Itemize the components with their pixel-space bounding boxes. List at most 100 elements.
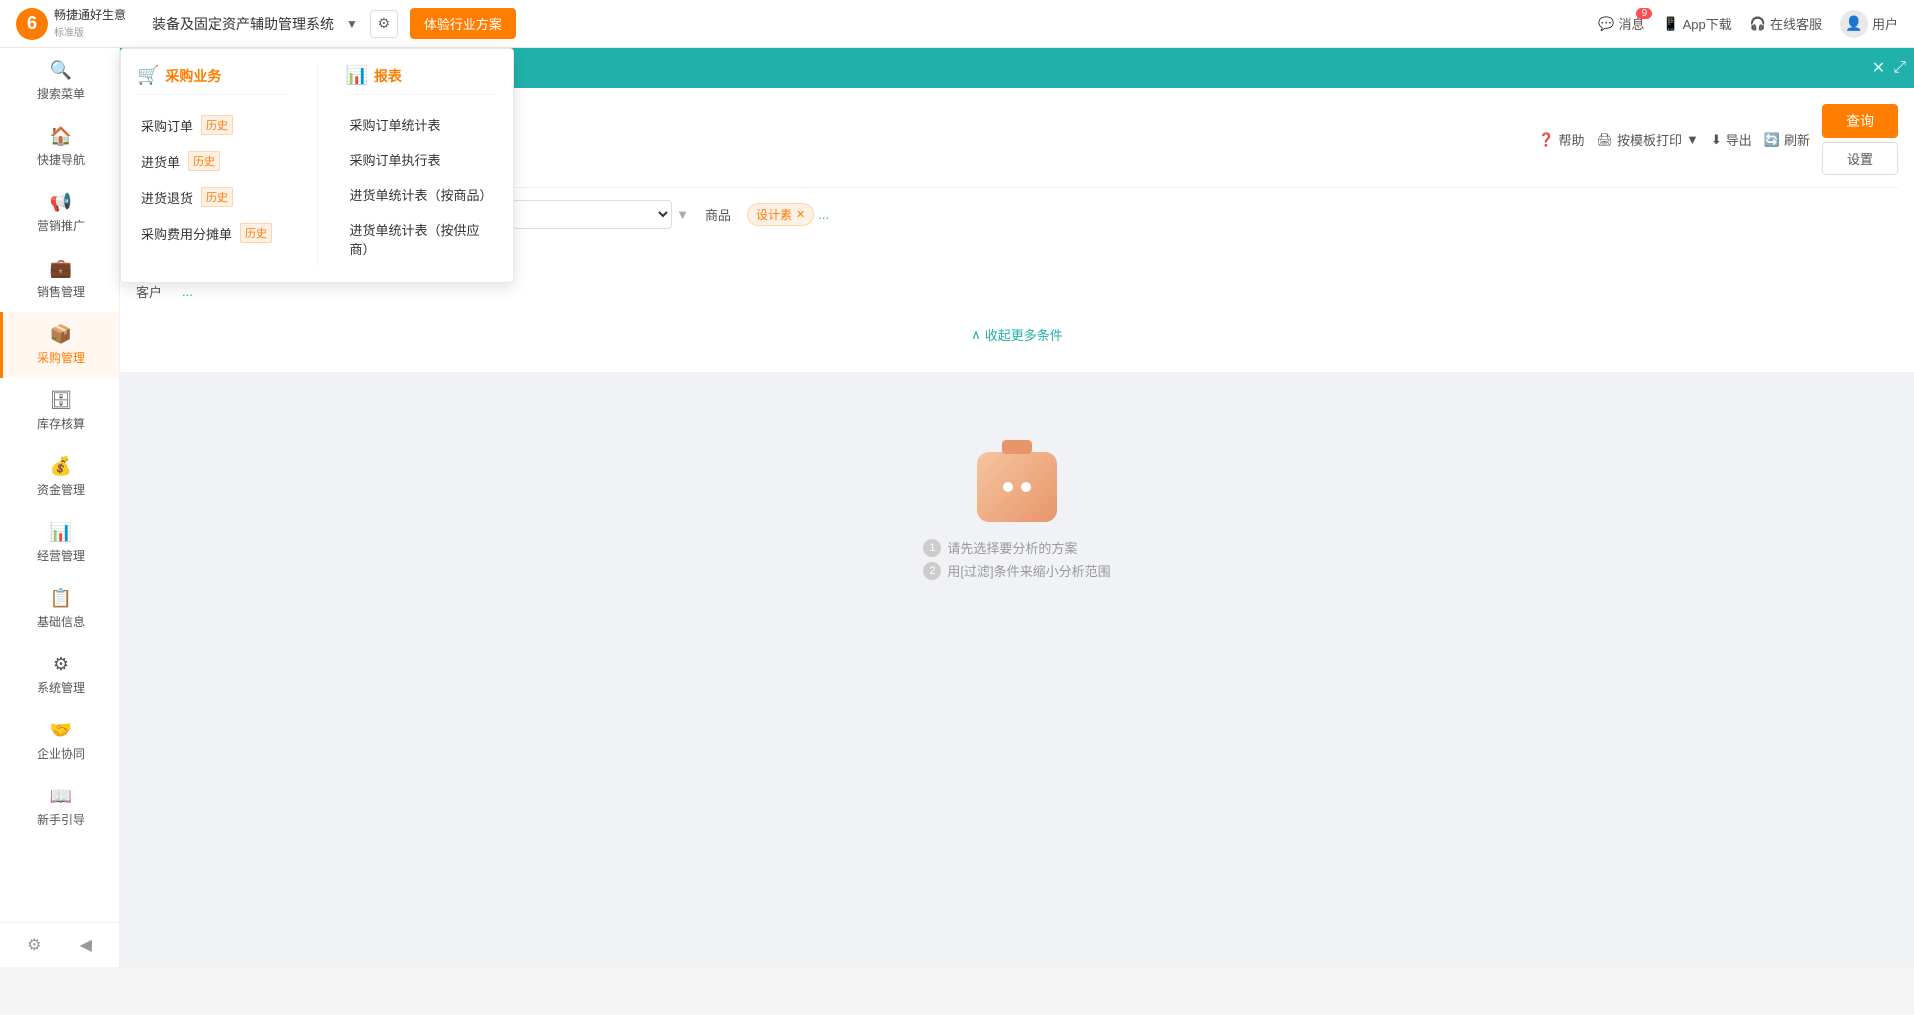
report-receipt-product[interactable]: 进货单统计表（按商品）: [346, 177, 498, 212]
message-action[interactable]: 💬 消息 9: [1598, 14, 1644, 33]
sidebar-item-sales[interactable]: 💼 销售管理: [0, 246, 119, 312]
purchase-receipt-history: 历史: [188, 151, 220, 171]
online-service-label: 在线客服: [1770, 14, 1822, 33]
purchase-receipt-item[interactable]: 进货单 历史: [137, 143, 289, 179]
collapse-label: 收起更多条件: [985, 325, 1063, 344]
sidebar-label-marketing: 营销推广: [37, 217, 85, 234]
empty-texts: 1 请先选择要分析的方案 2 用[过滤]条件来缩小分析范围: [923, 534, 1110, 584]
search-icon: 🔍: [50, 60, 72, 81]
sidebar-label-basicinfo: 基础信息: [37, 613, 85, 630]
headset-icon: 🎧: [1750, 16, 1766, 32]
dropdown-business-title: 🛒 采购业务: [137, 65, 289, 95]
refresh-action[interactable]: 🔄 刷新: [1764, 130, 1810, 149]
app-download-label: App下载: [1683, 14, 1732, 33]
report-order-stats[interactable]: 采购订单统计表: [346, 107, 498, 142]
refresh-icon: 🔄: [1764, 132, 1780, 148]
sidebar-item-marketing[interactable]: 📢 营销推广: [0, 180, 119, 246]
settings-btn[interactable]: 设置: [1822, 142, 1898, 175]
online-service-action[interactable]: 🎧 在线客服: [1750, 14, 1822, 33]
sidebar-label-quicknav: 快捷导航: [37, 151, 85, 168]
print-label: 按模板打印: [1617, 130, 1682, 149]
handshake-icon: 🤝: [50, 720, 72, 741]
purchase-dropdown-menu: 🛒 采购业务 采购订单 历史 进货单 历史 进货退货 历史 采购费用分摊单 历史…: [120, 48, 514, 283]
chevron-up-icon: ∧: [971, 327, 981, 343]
print-dropdown-icon: ▼: [1686, 132, 1699, 147]
help-icon: ❓: [1538, 132, 1554, 148]
sidebar-item-purchase[interactable]: 📦 采购管理: [0, 312, 119, 378]
report-receipt-supplier-label: 进货单统计表（按供应商）: [350, 220, 494, 258]
purchase-order-item[interactable]: 采购订单 历史: [137, 107, 289, 143]
purchase-cost-item[interactable]: 采购费用分摊单 历史: [137, 215, 289, 251]
phone-icon: 📱: [1662, 16, 1678, 32]
logo-icon: 6: [16, 8, 48, 40]
doc-status-dropdown-icon: ▼: [676, 207, 689, 222]
logo-area: 6 畅捷通好生意 标准版: [16, 8, 136, 40]
message-icon: 💬: [1598, 16, 1614, 32]
purchase-cost-history: 历史: [240, 223, 272, 243]
purchase-return-label: 进货退货: [141, 188, 193, 207]
help-action[interactable]: ❓ 帮助: [1538, 130, 1584, 149]
header-gear-btn[interactable]: ⚙: [370, 10, 398, 38]
sidebar-item-quicknav[interactable]: 🏠 快捷导航: [0, 114, 119, 180]
avatar: 👤: [1840, 10, 1868, 38]
dropdown-report-col: 📊 报表 采购订单统计表 采购订单执行表 进货单统计表（按商品） 进货单统计表（…: [346, 65, 498, 266]
business-title-icon: 🛒: [137, 65, 159, 86]
export-icon: ⬇: [1711, 132, 1722, 148]
export-label: 导出: [1726, 130, 1752, 149]
report-order-exec[interactable]: 采购订单执行表: [346, 142, 498, 177]
empty-hint-2-text: 用[过滤]条件来缩小分析范围: [947, 561, 1110, 580]
sidebar-label-purchase: 采购管理: [37, 349, 85, 366]
purchase-cost-label: 采购费用分摊单: [141, 224, 232, 243]
sidebar-label-finance: 资金管理: [37, 481, 85, 498]
header-right: 💬 消息 9 📱 App下载 🎧 在线客服 👤 用户: [1598, 10, 1898, 38]
customer-label: 客户: [136, 282, 162, 301]
tab-close-btn[interactable]: ✕: [1872, 58, 1885, 78]
sidebar-item-cooperation[interactable]: 🤝 企业协同: [0, 708, 119, 774]
export-action[interactable]: ⬇ 导出: [1711, 130, 1752, 149]
empty-robot-icon: [977, 452, 1057, 522]
sidebar-item-basicinfo[interactable]: 📋 基础信息: [0, 576, 119, 642]
product-tag-close[interactable]: ✕: [796, 208, 805, 221]
logo-text-block: 畅捷通好生意 标准版: [54, 8, 126, 39]
logo-line1: 畅捷通好生意: [54, 8, 126, 24]
product-more-btn[interactable]: ...: [818, 207, 829, 222]
report-receipt-product-label: 进货单统计表（按商品）: [350, 185, 493, 204]
filter-row-3: 客户 ...: [136, 282, 1898, 301]
app-download-action[interactable]: 📱 App下载: [1662, 14, 1731, 33]
industry-btn[interactable]: 体验行业方案: [410, 8, 516, 39]
sidebar-settings-btn[interactable]: ⚙: [23, 931, 45, 959]
purchase-receipt-label: 进货单: [141, 152, 180, 171]
purchase-return-history: 历史: [201, 187, 233, 207]
user-action[interactable]: 👤 用户: [1840, 10, 1898, 38]
sidebar-item-inventory[interactable]: 🗄 库存核算: [0, 378, 119, 444]
sidebar-item-operations[interactable]: 📊 经营管理: [0, 510, 119, 576]
box-icon: 📦: [50, 324, 72, 345]
robot-eye-right: [1021, 482, 1031, 492]
sidebar-item-search[interactable]: 🔍 搜索菜单: [0, 48, 119, 114]
sidebar-collapse-btn[interactable]: ◀: [76, 931, 96, 959]
sidebar-label-inventory: 库存核算: [37, 415, 85, 432]
customer-more-btn[interactable]: ...: [182, 284, 193, 299]
sidebar-label-search: 搜索菜单: [37, 85, 85, 102]
query-btn[interactable]: 查询: [1822, 104, 1898, 138]
print-action[interactable]: 🖨 按模板打印 ▼: [1596, 130, 1698, 149]
product-label: 商品: [705, 205, 731, 224]
empty-num-2: 2: [923, 562, 941, 580]
sidebar-item-finance[interactable]: 💰 资金管理: [0, 444, 119, 510]
clipboard-icon: 📋: [50, 588, 72, 609]
sidebar-bottom: ⚙ ◀: [0, 922, 119, 967]
sidebar-item-guide[interactable]: 📖 新手引导: [0, 774, 119, 840]
doc-status-select[interactable]: [512, 200, 672, 229]
purchase-return-item[interactable]: 进货退货 历史: [137, 179, 289, 215]
empty-state: 1 请先选择要分析的方案 2 用[过滤]条件来缩小分析范围: [120, 372, 1914, 664]
collapse-row: ∧ 收起更多条件: [136, 313, 1898, 356]
sidebar-item-system[interactable]: ⚙ 系统管理: [0, 642, 119, 708]
report-receipt-supplier[interactable]: 进货单统计表（按供应商）: [346, 212, 498, 266]
system-dropdown-btn[interactable]: ▼: [346, 17, 358, 31]
report-order-stats-label: 采购订单统计表: [350, 115, 441, 134]
money-icon: 💰: [50, 456, 72, 477]
collapse-btn[interactable]: ∧ 收起更多条件: [963, 317, 1071, 352]
tab-bar-actions: ✕ ⤢: [1872, 58, 1906, 78]
book-icon: 📖: [50, 786, 72, 807]
tab-expand-btn[interactable]: ⤢: [1893, 59, 1906, 77]
